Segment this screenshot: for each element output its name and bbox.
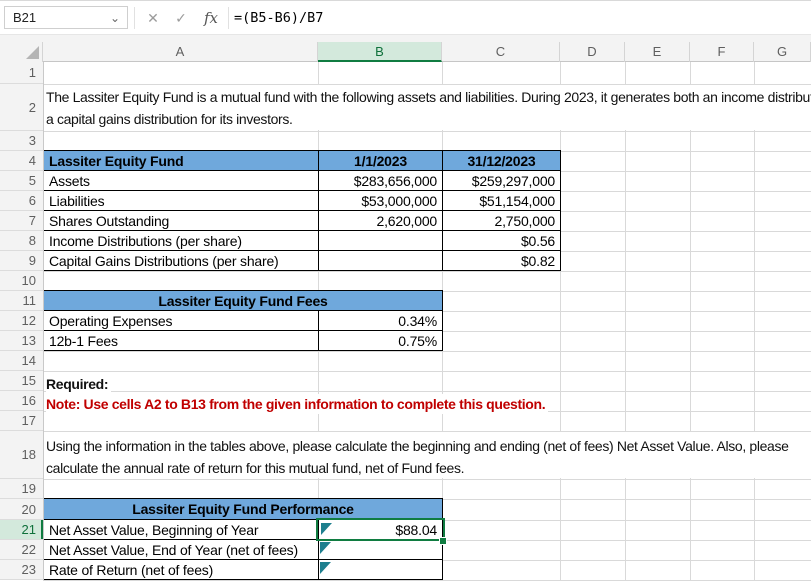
cell-C5[interactable]: $259,297,000 [443,171,561,191]
column-header-F[interactable]: F [690,42,754,62]
row-header-13[interactable]: 13 [0,331,43,351]
cell-A21[interactable]: Net Asset Value, Beginning of Year [44,520,319,540]
row-header-1[interactable]: 1 [0,62,43,84]
cell-A16-text[interactable]: Note: Use cells A2 to B13 from the given… [46,394,548,414]
row-header-5[interactable]: 5 [0,171,43,191]
cell-C4[interactable]: 31/12/2023 [443,151,561,171]
cell-A2-text-line2[interactable]: a capital gains distribution for its inv… [46,109,296,129]
column-header-C[interactable]: C [442,42,560,62]
cell-A18-text-line2[interactable]: calculate the annual rate of return for … [46,458,467,478]
cell-A22[interactable]: Net Asset Value, End of Year (net of fee… [44,540,319,560]
cell-A18-text-line1[interactable]: Using the information in the tables abov… [46,436,792,456]
cell-A6[interactable]: Liabilities [44,191,319,211]
row-header-10[interactable]: 10 [0,271,43,291]
row-header-3[interactable]: 3 [0,131,43,151]
select-all-button[interactable] [0,42,43,62]
cell-B7[interactable]: 2,620,000 [319,211,443,231]
spreadsheet-app: B21 ⌄ ✕ ✓ fx =(B5-B6)/B7 ABCDEFG12345678… [0,0,811,581]
gridline [43,479,811,480]
cell-B4[interactable]: 1/1/2023 [319,151,443,171]
table-fund: Lassiter Equity Fund1/1/202331/12/2023 As… [43,150,561,271]
cell-A23[interactable]: Rate of Return (net of fees) [44,560,319,580]
row-header-2[interactable]: 2 [0,84,43,131]
cell-B13[interactable]: 0.75% [319,331,443,351]
cell-C6[interactable]: $51,154,000 [443,191,561,211]
row-header-17[interactable]: 17 [0,411,43,431]
cell-B12[interactable]: 0.34% [319,311,443,331]
cell-C9[interactable]: $0.82 [443,251,561,271]
sheet-grid: ABCDEFG123456789101112131415161718192021… [0,0,811,581]
gridline [625,62,626,580]
row-header-20[interactable]: 20 [0,499,43,520]
row-header-23[interactable]: 23 [0,560,43,580]
row-header-9[interactable]: 9 [0,251,43,271]
column-header-E[interactable]: E [625,42,690,62]
row-header-16[interactable]: 16 [0,391,43,411]
gridline [43,391,811,392]
column-header-D[interactable]: D [560,42,625,62]
row-header-22[interactable]: 22 [0,540,43,560]
gridline [43,271,811,272]
cell-A5[interactable]: Assets [44,171,319,191]
cell-B8[interactable] [319,231,443,251]
cell-B23[interactable] [319,560,443,580]
row-header-12[interactable]: 12 [0,311,43,331]
cell-A2-text-line1[interactable]: The Lassiter Equity Fund is a mutual fun… [46,87,811,107]
row-header-7[interactable]: 7 [0,211,43,231]
cell-A15-text[interactable]: Required: [46,374,111,394]
flag-icon-B22 [320,542,331,554]
row-header-6[interactable]: 6 [0,191,43,211]
cell-B9[interactable] [319,251,443,271]
cell-A11[interactable]: Lassiter Equity Fund Fees [44,291,443,311]
gridline [43,131,811,132]
cell-B22[interactable] [319,540,443,560]
row-header-15[interactable]: 15 [0,371,43,391]
cell-B5[interactable]: $283,656,000 [319,171,443,191]
fill-handle[interactable] [439,537,447,545]
row-header-8[interactable]: 8 [0,231,43,251]
cell-B6[interactable]: $53,000,000 [319,191,443,211]
cell-C7[interactable]: 2,750,000 [443,211,561,231]
cell-C8[interactable]: $0.56 [443,231,561,251]
column-header-A[interactable]: A [43,42,318,62]
gridline [43,371,811,372]
gridline [43,351,811,352]
column-header-B[interactable]: B [318,42,442,62]
gridline [754,62,755,580]
cell-A12[interactable]: Operating Expenses [44,311,319,331]
cell-A20[interactable]: Lassiter Equity Fund Performance [44,499,443,520]
cell-A9[interactable]: Capital Gains Distributions (per share) [44,251,319,271]
cell-A8[interactable]: Income Distributions (per share) [44,231,319,251]
select-all-triangle-icon [26,46,39,59]
gridline [560,62,561,580]
cell-A4[interactable]: Lassiter Equity Fund [44,151,319,171]
table-fees: Lassiter Equity Fund FeesOperating Expen… [43,290,443,351]
row-header-21[interactable]: 21 [0,520,43,540]
cell-A13[interactable]: 12b-1 Fees [44,331,319,351]
row-header-18[interactable]: 18 [0,431,43,479]
row-header-14[interactable]: 14 [0,351,43,371]
row-header-19[interactable]: 19 [0,479,43,499]
row-header-4[interactable]: 4 [0,151,43,171]
selection-border [316,518,445,541]
row-header-border [43,62,44,580]
column-header-G[interactable]: G [754,42,811,62]
cell-A7[interactable]: Shares Outstanding [44,211,319,231]
gridline [690,62,691,580]
flag-icon-B23 [320,562,331,574]
row-header-11[interactable]: 11 [0,291,43,311]
